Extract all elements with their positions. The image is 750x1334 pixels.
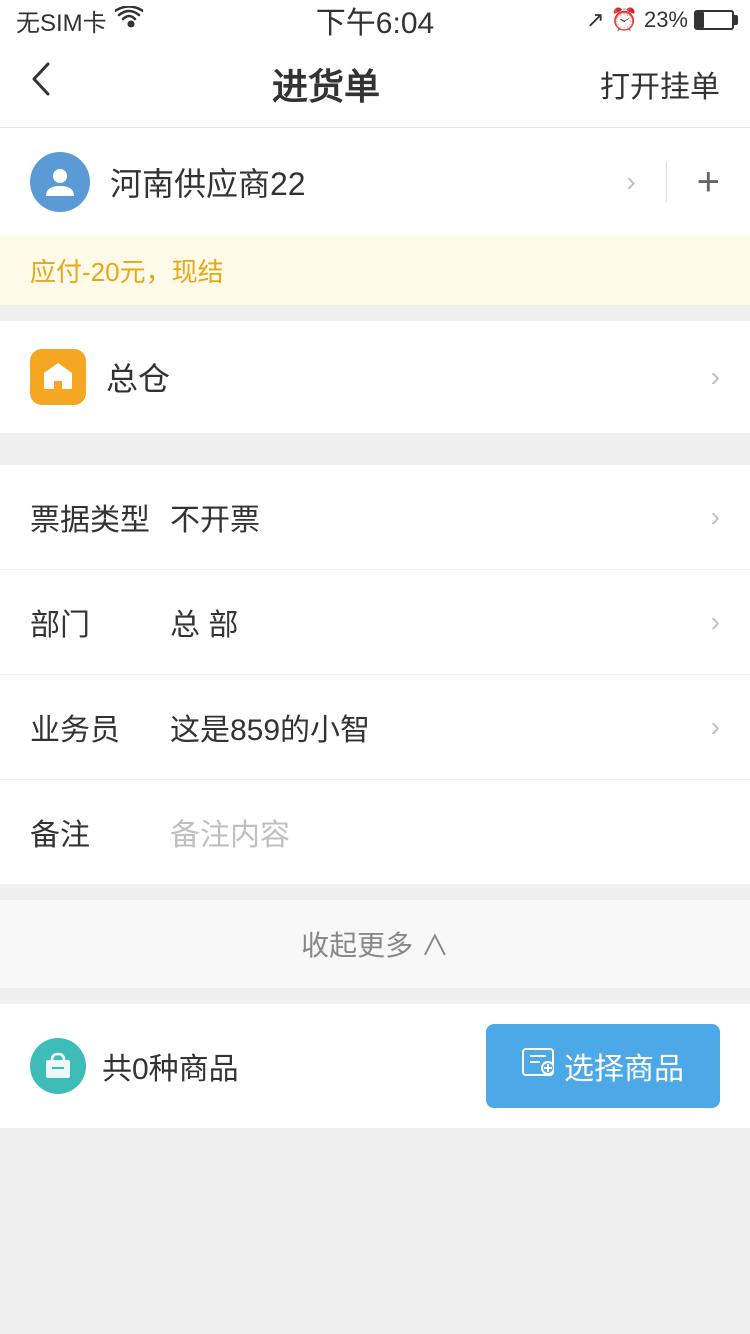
back-button[interactable] <box>30 60 52 107</box>
warehouse-section: 总仓 › <box>0 321 750 433</box>
add-supplier-icon[interactable]: + <box>697 160 720 205</box>
status-time: 下午6:04 <box>316 0 434 42</box>
divider-1 <box>0 305 750 321</box>
ticket-type-value: 不开票 <box>170 495 711 539</box>
department-label: 部门 <box>30 600 170 644</box>
status-left: 无SIM卡 <box>16 3 143 38</box>
select-product-icon <box>522 1048 554 1084</box>
wifi-icon <box>115 6 143 35</box>
location-icon: ↗ <box>586 7 604 33</box>
vertical-divider <box>666 162 667 202</box>
supplier-chevron-icon: › <box>626 166 635 198</box>
notice-text: 应付-20元，现结 <box>30 257 224 287</box>
ticket-type-chevron-icon: › <box>711 501 720 533</box>
salesperson-value: 这是859的小智 <box>170 705 711 749</box>
warehouse-chevron-icon: › <box>711 361 720 393</box>
department-row[interactable]: 部门 总 部 › <box>0 570 750 675</box>
department-chevron-icon: › <box>711 606 720 638</box>
select-product-label: 选择商品 <box>564 1044 684 1088</box>
warehouse-row[interactable]: 总仓 › <box>0 321 750 433</box>
ticket-type-row[interactable]: 票据类型 不开票 › <box>0 465 750 570</box>
salesperson-label: 业务员 <box>30 705 170 749</box>
note-input[interactable]: 备注内容 <box>170 810 720 854</box>
divider-2 <box>0 433 750 449</box>
battery-percent: 23% <box>644 7 688 33</box>
alarm-icon: ⏰ <box>611 7 638 33</box>
warehouse-label: 总仓 <box>106 354 711 400</box>
nav-bar: 进货单 打开挂单 <box>0 40 750 128</box>
product-count-text: 共0种商品 <box>102 1044 239 1088</box>
note-label: 备注 <box>30 810 170 854</box>
bottom-bar: 共0种商品 选择商品 <box>0 1004 750 1128</box>
supplier-name: 河南供应商22 <box>110 159 626 205</box>
collapse-button[interactable]: 收起更多 ∧ <box>0 900 750 988</box>
ticket-type-label: 票据类型 <box>30 495 170 539</box>
supplier-avatar <box>30 152 90 212</box>
select-product-button[interactable]: 选择商品 <box>486 1024 720 1108</box>
supplier-section: 河南供应商22 › + 应付-20元，现结 <box>0 128 750 305</box>
note-row[interactable]: 备注 备注内容 <box>0 780 750 884</box>
status-bar: 无SIM卡 下午6:04 ↗ ⏰ 23% <box>0 0 750 40</box>
salesperson-chevron-icon: › <box>711 711 720 743</box>
main-content: 河南供应商22 › + 应付-20元，现结 总仓 › 票据类型 <box>0 128 750 1334</box>
battery-icon <box>694 10 734 30</box>
salesperson-row[interactable]: 业务员 这是859的小智 › <box>0 675 750 780</box>
product-icon <box>30 1038 86 1094</box>
department-value: 总 部 <box>170 600 711 644</box>
supplier-row[interactable]: 河南供应商22 › + <box>0 128 750 236</box>
supplier-actions: › + <box>626 160 720 205</box>
page-title: 进货单 <box>272 58 380 110</box>
notice-bar: 应付-20元，现结 <box>0 236 750 305</box>
carrier-text: 无SIM卡 <box>16 3 107 38</box>
open-pending-button[interactable]: 打开挂单 <box>600 62 720 106</box>
status-right: ↗ ⏰ 23% <box>586 7 734 33</box>
warehouse-icon-wrap <box>30 349 86 405</box>
form-section: 票据类型 不开票 › 部门 总 部 › 业务员 这是859的小智 › 备注 备注… <box>0 465 750 884</box>
product-count-wrap: 共0种商品 <box>30 1038 239 1094</box>
